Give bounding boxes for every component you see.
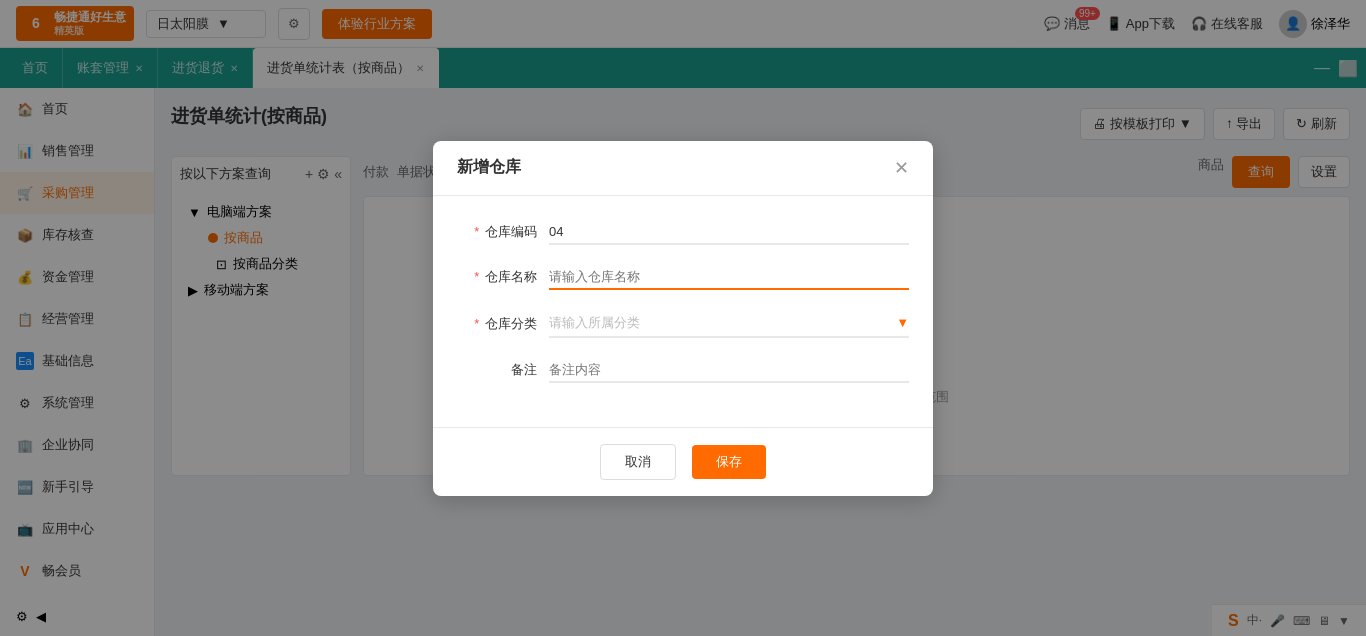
- code-label: * 仓库编码: [457, 223, 537, 241]
- modal-footer: 取消 保存: [433, 427, 933, 496]
- cancel-button[interactable]: 取消: [600, 444, 676, 480]
- save-button[interactable]: 保存: [692, 445, 766, 479]
- form-row-note: 备注: [457, 358, 909, 383]
- form-row-code: * 仓库编码: [457, 220, 909, 245]
- add-warehouse-modal: 新增仓库 ✕ * 仓库编码 * 仓库名称: [433, 141, 933, 496]
- form-row-category: * 仓库分类 请输入所属分类 ▼: [457, 310, 909, 338]
- required-star-name: *: [474, 269, 479, 284]
- category-placeholder: 请输入所属分类: [549, 314, 640, 332]
- required-star-code: *: [474, 224, 479, 239]
- form-row-name: * 仓库名称: [457, 265, 909, 290]
- modal-close-button[interactable]: ✕: [894, 157, 909, 179]
- note-input[interactable]: [549, 358, 909, 383]
- modal-title: 新增仓库: [457, 157, 521, 178]
- category-chevron-icon: ▼: [896, 315, 909, 330]
- name-label: * 仓库名称: [457, 268, 537, 286]
- modal-header: 新增仓库 ✕: [433, 141, 933, 196]
- modal-overlay: 新增仓库 ✕ * 仓库编码 * 仓库名称: [0, 0, 1366, 636]
- name-input[interactable]: [549, 265, 909, 290]
- code-input[interactable]: [549, 220, 909, 245]
- note-label: 备注: [457, 361, 537, 379]
- category-label: * 仓库分类: [457, 315, 537, 333]
- category-select[interactable]: 请输入所属分类 ▼: [549, 310, 909, 338]
- modal-body: * 仓库编码 * 仓库名称 * 仓库分类 请输入所属: [433, 196, 933, 427]
- required-star-category: *: [474, 316, 479, 331]
